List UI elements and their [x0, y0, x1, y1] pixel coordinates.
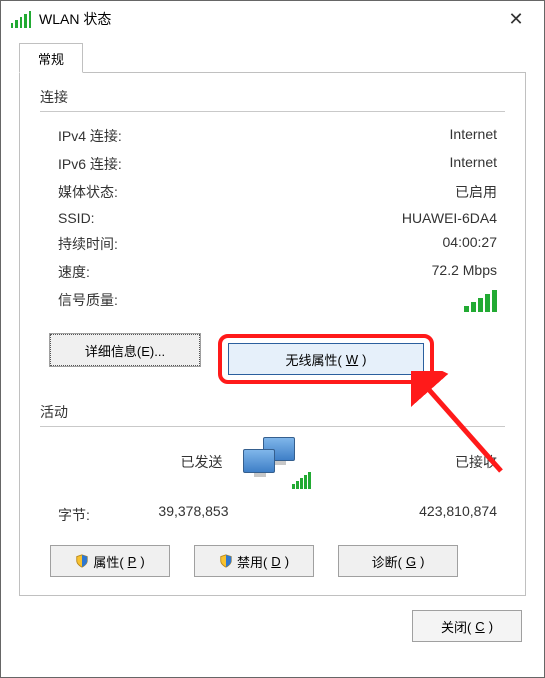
ssid-value: HUAWEI-6DA4 [402, 210, 497, 226]
media-label: 媒体状态: [58, 182, 118, 202]
row-speed: 速度: 72.2 Mbps [40, 258, 505, 286]
close-suffix: ) [489, 619, 493, 634]
activity-block: 已发送 已接收 字节: 39,3 [40, 437, 505, 519]
tabstrip: 常规 [19, 43, 526, 73]
annotation-highlight: 无线属性( W) [218, 334, 434, 384]
close-button[interactable]: 关闭( C) [412, 610, 522, 642]
close-prefix: 关闭( [441, 617, 471, 636]
shield-icon [219, 554, 233, 568]
button-row-bottom: 属性( P) 禁用( D) 诊断( G) [50, 545, 505, 577]
disable-key: D [271, 554, 280, 569]
row-ipv4: IPv4 连接: Internet [40, 122, 505, 150]
sent-header: 已发送 [40, 452, 233, 472]
titlebar: WLAN 状态 ✕ [1, 1, 544, 37]
activity-values-row: 39,378,853 423,810,874 [40, 503, 505, 519]
diagnose-key: G [406, 554, 416, 569]
duration-value: 04:00:27 [443, 234, 498, 254]
ipv4-label: IPv4 连接: [58, 126, 122, 146]
diagnose-prefix: 诊断( [372, 552, 402, 571]
row-ssid: SSID: HUAWEI-6DA4 [40, 206, 505, 230]
ipv6-value: Internet [450, 154, 497, 174]
duration-label: 持续时间: [58, 234, 118, 254]
wlan-props-prefix: 无线属性( [286, 350, 342, 369]
section-activity-title: 活动 [40, 402, 505, 422]
ipv6-label: IPv6 连接: [58, 154, 122, 174]
window-close-button[interactable]: ✕ [496, 5, 536, 33]
quality-value [464, 290, 497, 312]
details-button[interactable]: 详细信息(E)... [50, 334, 200, 366]
window-title: WLAN 状态 [39, 9, 496, 29]
button-row-top: 详细信息(E)... 无线属性( W) [50, 334, 505, 384]
activity-header-row: 已发送 已接收 [40, 437, 505, 487]
divider [40, 111, 505, 112]
network-activity-icon [241, 437, 305, 487]
dialog-bottom-row: 关闭( C) [19, 596, 522, 642]
row-quality: 信号质量: [40, 286, 505, 316]
speed-value: 72.2 Mbps [432, 262, 497, 282]
properties-button[interactable]: 属性( P) [50, 545, 170, 577]
bytes-recv: 423,810,874 [313, 503, 506, 519]
signal-strength-icon [11, 10, 31, 28]
ipv4-value: Internet [450, 126, 497, 146]
dialog-content: 常规 连接 IPv4 连接: Internet IPv6 连接: Interne… [1, 37, 544, 656]
wireless-properties-button[interactable]: 无线属性( W) [228, 343, 424, 375]
row-ipv6: IPv6 连接: Internet [40, 150, 505, 178]
diagnose-button[interactable]: 诊断( G) [338, 545, 458, 577]
properties-key: P [128, 554, 137, 569]
row-duration: 持续时间: 04:00:27 [40, 230, 505, 258]
tab-general[interactable]: 常规 [19, 43, 83, 73]
disable-prefix: 禁用( [237, 552, 267, 571]
media-value: 已启用 [455, 182, 497, 202]
disable-suffix: ) [285, 554, 289, 569]
quality-label: 信号质量: [58, 290, 118, 312]
disable-button[interactable]: 禁用( D) [194, 545, 314, 577]
properties-suffix: ) [140, 554, 144, 569]
speed-label: 速度: [58, 262, 90, 282]
signal-bars-icon [292, 472, 311, 489]
properties-prefix: 属性( [93, 552, 123, 571]
shield-icon [75, 554, 89, 568]
ssid-label: SSID: [58, 210, 95, 226]
bytes-sent: 39,378,853 [40, 503, 233, 519]
diagnose-suffix: ) [420, 554, 424, 569]
wlan-props-key: W [346, 352, 358, 367]
row-media: 媒体状态: 已启用 [40, 178, 505, 206]
section-connection-title: 连接 [40, 87, 505, 107]
close-key: C [475, 619, 484, 634]
signal-bars-icon [464, 290, 497, 312]
activity-icon-cell [233, 437, 313, 487]
tab-page-general: 连接 IPv4 连接: Internet IPv6 连接: Internet 媒… [19, 73, 526, 596]
wlan-props-suffix: ) [362, 352, 366, 367]
recv-header: 已接收 [313, 452, 506, 472]
divider [40, 426, 505, 427]
